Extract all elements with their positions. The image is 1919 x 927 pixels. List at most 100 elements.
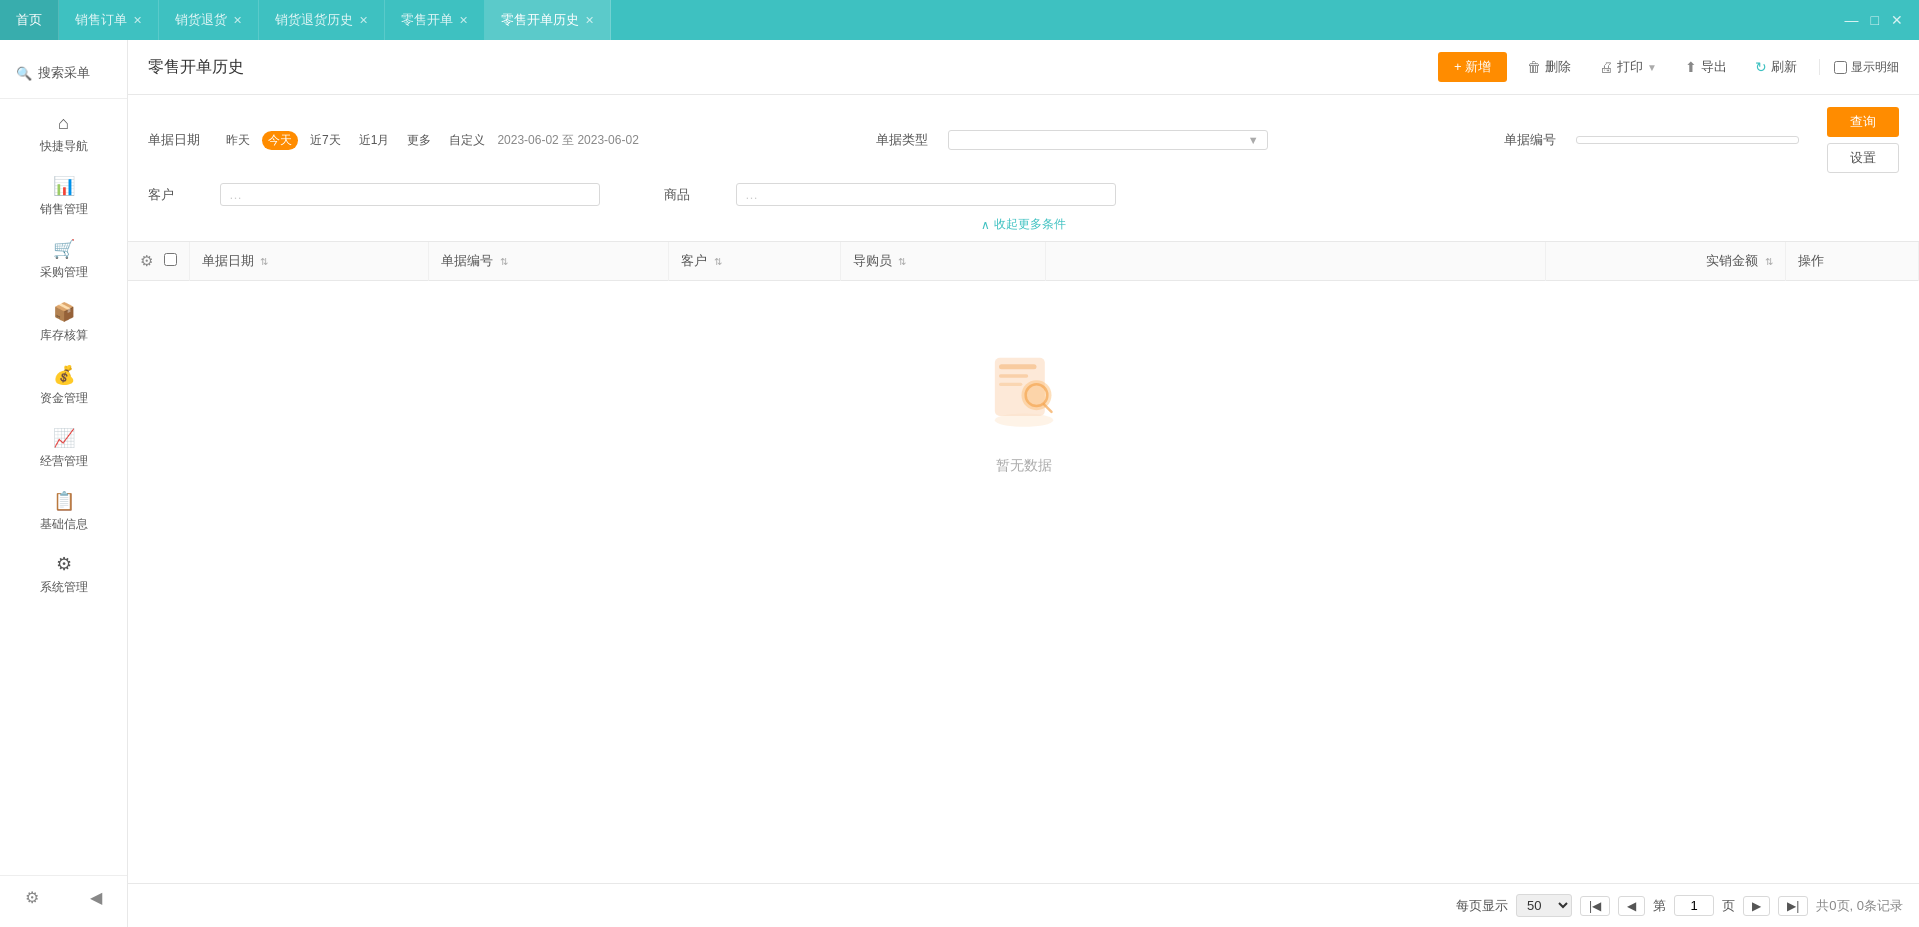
type-filter-select[interactable]: ▼ bbox=[948, 130, 1268, 150]
last-page-btn[interactable]: ▶| bbox=[1778, 896, 1808, 916]
customer-filter-input[interactable]: … bbox=[220, 183, 600, 206]
print-icon: 🖨 bbox=[1599, 59, 1613, 75]
prev-page-btn[interactable]: ◀ bbox=[1618, 896, 1645, 916]
tab-retail-history-close[interactable]: ✕ bbox=[585, 14, 594, 27]
settings-button[interactable]: 设置 bbox=[1827, 143, 1899, 173]
tab-return-label: 销货退货 bbox=[175, 11, 227, 29]
tab-sales-order-close[interactable]: ✕ bbox=[133, 14, 142, 27]
system-icon: ⚙ bbox=[56, 553, 72, 575]
print-dropdown-icon[interactable]: ▼ bbox=[1647, 62, 1657, 73]
goods-filter-input[interactable]: … bbox=[736, 183, 1116, 206]
quick-nav-icon: ⌂ bbox=[58, 113, 69, 134]
th-customer-sort[interactable]: ⇅ bbox=[714, 256, 722, 267]
print-button[interactable]: 🖨 打印 ▼ bbox=[1591, 54, 1665, 80]
th-guide: 导购员 ⇅ bbox=[840, 242, 1046, 281]
number-filter-input[interactable] bbox=[1576, 136, 1799, 144]
select-all-checkbox[interactable] bbox=[164, 253, 177, 266]
type-filter-label: 单据类型 bbox=[876, 131, 932, 149]
window-controls: — □ ✕ bbox=[1829, 12, 1919, 28]
sidebar-search-label: 搜索采单 bbox=[38, 64, 90, 82]
sidebar-bottom: ⚙ ◀ bbox=[0, 875, 127, 919]
settings-col-icon[interactable]: ⚙ bbox=[140, 252, 153, 269]
empty-state: 暂无数据 bbox=[128, 281, 1919, 535]
sidebar-item-system[interactable]: ⚙ 系统管理 bbox=[0, 543, 127, 606]
th-amount-sort[interactable]: ⇅ bbox=[1765, 256, 1773, 267]
tab-return-close[interactable]: ✕ bbox=[233, 14, 242, 27]
first-page-btn[interactable]: |◀ bbox=[1580, 896, 1610, 916]
date-btn-custom[interactable]: 自定义 bbox=[443, 131, 491, 150]
th-actions-label: 操作 bbox=[1798, 253, 1824, 268]
empty-icon bbox=[974, 341, 1074, 441]
display-checkbox[interactable] bbox=[1834, 61, 1847, 74]
main-layout: 🔍 搜索采单 ⌂ 快捷导航 📊 销售管理 🛒 采购管理 📦 库存核算 💰 资金管… bbox=[0, 40, 1919, 927]
sidebar-item-purchase[interactable]: 🛒 采购管理 bbox=[0, 228, 127, 291]
top-nav: 首页 销售订单 ✕ 销货退货 ✕ 销货退货历史 ✕ 零售开单 ✕ 零售开单历史 … bbox=[0, 0, 1919, 40]
page-header: 零售开单历史 + 新增 🗑 删除 🖨 打印 ▼ ⬆ 导出 ↻ bbox=[128, 40, 1919, 95]
export-label: 导出 bbox=[1701, 58, 1727, 76]
date-btn-7days[interactable]: 近7天 bbox=[304, 131, 347, 150]
maximize-btn[interactable]: □ bbox=[1871, 12, 1879, 28]
type-dropdown-icon: ▼ bbox=[1248, 134, 1259, 146]
sidebar-item-finance-label: 资金管理 bbox=[40, 390, 88, 407]
export-button[interactable]: ⬆ 导出 bbox=[1677, 54, 1735, 80]
filter-collapse-btn[interactable]: ∧ 收起更多条件 bbox=[148, 216, 1899, 233]
sidebar-item-system-label: 系统管理 bbox=[40, 579, 88, 596]
page-total: 共0页, 0条记录 bbox=[1816, 897, 1903, 915]
inventory-icon: 📦 bbox=[53, 301, 75, 323]
tab-return-history-close[interactable]: ✕ bbox=[359, 14, 368, 27]
search-button[interactable]: 查询 bbox=[1827, 107, 1899, 137]
next-page-btn[interactable]: ▶ bbox=[1743, 896, 1770, 916]
page-input[interactable] bbox=[1674, 895, 1714, 916]
tab-sales-order[interactable]: 销售订单 ✕ bbox=[59, 0, 159, 40]
svg-line-7 bbox=[1044, 404, 1052, 412]
per-page-select[interactable]: 50 100 200 bbox=[1516, 894, 1572, 917]
minimize-btn[interactable]: — bbox=[1845, 12, 1859, 28]
tab-retail-history[interactable]: 零售开单历史 ✕ bbox=[485, 0, 611, 40]
tab-home[interactable]: 首页 bbox=[0, 0, 59, 40]
sidebar-item-quick-nav[interactable]: ⌂ 快捷导航 bbox=[0, 103, 127, 165]
sidebar-item-sales[interactable]: 📊 销售管理 bbox=[0, 165, 127, 228]
table-area: ⚙ 单据日期 ⇅ 单据编号 ⇅ bbox=[128, 242, 1919, 927]
refresh-button[interactable]: ↻ 刷新 bbox=[1747, 54, 1805, 80]
th-actions: 操作 bbox=[1785, 242, 1918, 281]
sidebar-search[interactable]: 🔍 搜索采单 bbox=[0, 56, 127, 90]
th-guide-label: 导购员 bbox=[853, 253, 892, 268]
th-date-sort[interactable]: ⇅ bbox=[260, 256, 268, 267]
tab-retail-close[interactable]: ✕ bbox=[459, 14, 468, 27]
svg-rect-4 bbox=[999, 383, 1022, 386]
search-icon: 🔍 bbox=[16, 66, 32, 81]
content-area: 零售开单历史 + 新增 🗑 删除 🖨 打印 ▼ ⬆ 导出 ↻ bbox=[128, 40, 1919, 927]
display-toggle[interactable]: 显示明细 bbox=[1834, 59, 1899, 76]
date-btn-today[interactable]: 今天 bbox=[262, 131, 298, 150]
th-customer: 客户 ⇅ bbox=[668, 242, 840, 281]
date-btn-1month[interactable]: 近1月 bbox=[353, 131, 396, 150]
th-number: 单据编号 ⇅ bbox=[429, 242, 669, 281]
date-filter-btns: 昨天 今天 近7天 近1月 更多 自定义 2023-06-02 至 2023-0… bbox=[220, 131, 639, 150]
settings-bottom-btn[interactable]: ⚙ bbox=[17, 884, 47, 911]
tab-return-history[interactable]: 销货退货历史 ✕ bbox=[259, 0, 385, 40]
sidebar-item-basic-info[interactable]: 📋 基础信息 bbox=[0, 480, 127, 543]
th-customer-label: 客户 bbox=[681, 253, 707, 268]
delete-label: 删除 bbox=[1545, 58, 1571, 76]
collapse-sidebar-btn[interactable]: ◀ bbox=[82, 884, 110, 911]
print-label: 打印 bbox=[1617, 58, 1643, 76]
tab-return-history-label: 销货退货历史 bbox=[275, 11, 353, 29]
th-guide-sort[interactable]: ⇅ bbox=[898, 256, 906, 267]
collapse-icon: ∧ bbox=[981, 218, 990, 232]
close-btn[interactable]: ✕ bbox=[1891, 12, 1903, 28]
delete-button[interactable]: 🗑 删除 bbox=[1519, 54, 1579, 80]
th-number-sort[interactable]: ⇅ bbox=[500, 256, 508, 267]
add-button[interactable]: + 新增 bbox=[1438, 52, 1507, 82]
tab-retail[interactable]: 零售开单 ✕ bbox=[385, 0, 485, 40]
sidebar-item-finance[interactable]: 💰 资金管理 bbox=[0, 354, 127, 417]
tab-return[interactable]: 销货退货 ✕ bbox=[159, 0, 259, 40]
sidebar-item-operations[interactable]: 📈 经营管理 bbox=[0, 417, 127, 480]
filter-row-2: 客户 … 商品 … bbox=[148, 183, 1899, 206]
page-actions: + 新增 🗑 删除 🖨 打印 ▼ ⬆ 导出 ↻ 刷新 bbox=[1438, 52, 1899, 82]
refresh-icon: ↻ bbox=[1755, 59, 1767, 75]
sidebar-item-basic-info-label: 基础信息 bbox=[40, 516, 88, 533]
sidebar: 🔍 搜索采单 ⌂ 快捷导航 📊 销售管理 🛒 采购管理 📦 库存核算 💰 资金管… bbox=[0, 40, 128, 927]
date-btn-more[interactable]: 更多 bbox=[401, 131, 437, 150]
date-btn-yesterday[interactable]: 昨天 bbox=[220, 131, 256, 150]
sidebar-item-inventory[interactable]: 📦 库存核算 bbox=[0, 291, 127, 354]
